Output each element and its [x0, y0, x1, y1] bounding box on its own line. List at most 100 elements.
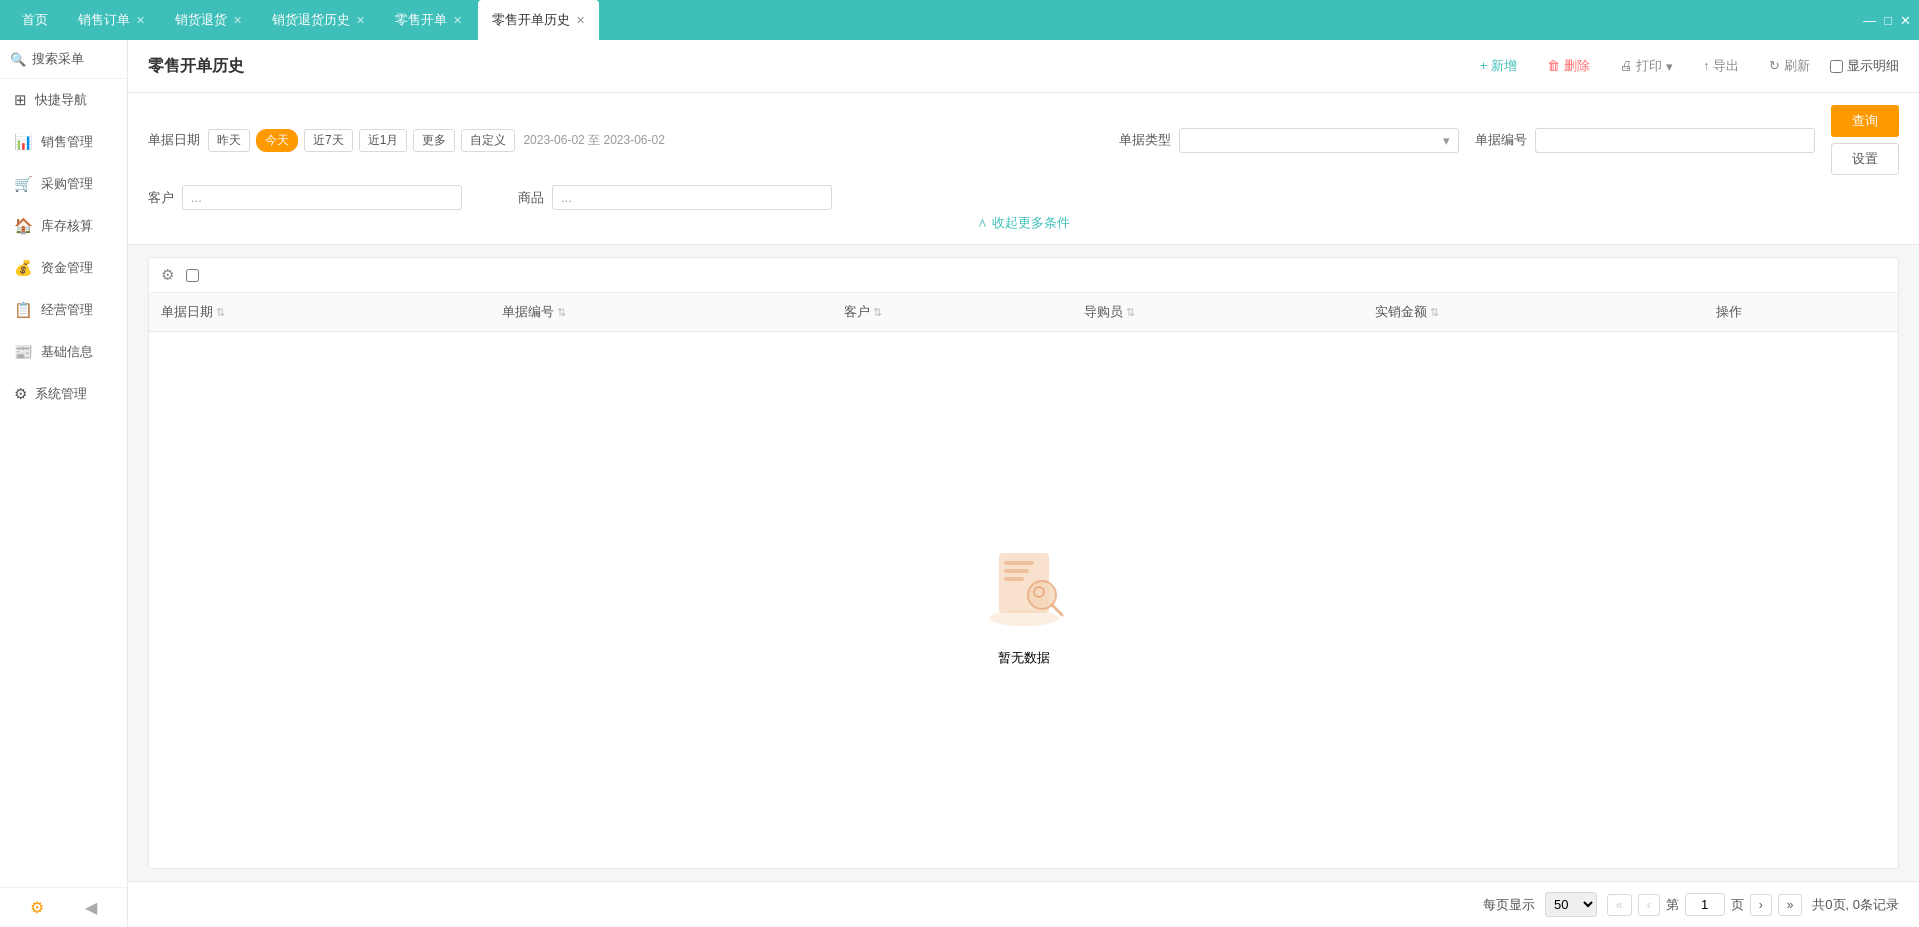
- doc-type-arrow: ▾: [1443, 133, 1450, 148]
- date-shortcut-昨天[interactable]: 昨天: [208, 129, 250, 152]
- show-detail-label: 显示明细: [1847, 57, 1899, 75]
- goods-input[interactable]: ...: [552, 185, 832, 210]
- doc-type-filter: 单据类型 ▾: [1119, 128, 1459, 153]
- table-wrapper: ⚙ 单据日期⇅单据编号⇅客户⇅导购员⇅实销金额⇅操作: [148, 257, 1899, 869]
- add-button[interactable]: + 新增: [1470, 52, 1527, 80]
- date-to[interactable]: 2023-06-02: [603, 133, 664, 147]
- col-header-1[interactable]: 单据编号⇅: [490, 293, 831, 332]
- sidebar: 🔍 搜索采单 ⊞快捷导航📊销售管理🛒采购管理🏠库存核算💰资金管理📋经营管理 📰 基础…: [0, 40, 128, 927]
- tab-retail-open-history[interactable]: 零售开单历史✕: [478, 0, 599, 40]
- table-head: 单据日期⇅单据编号⇅客户⇅导购员⇅实销金额⇅操作: [149, 293, 1898, 332]
- sidebar-item-operations[interactable]: 📋经营管理: [0, 289, 127, 331]
- col-header-3[interactable]: 导购员⇅: [1072, 293, 1363, 332]
- page-suffix: 页: [1731, 896, 1744, 914]
- window-max-btn[interactable]: □: [1884, 13, 1892, 28]
- sidebar-collapse-btn[interactable]: ◀: [85, 898, 97, 917]
- per-page-label: 每页显示: [1483, 896, 1535, 914]
- sidebar-item-finance[interactable]: 💰资金管理: [0, 247, 127, 289]
- date-shortcut-自定义[interactable]: 自定义: [461, 129, 515, 152]
- per-page-select[interactable]: 102050100: [1545, 892, 1597, 917]
- customer-filter: 客户 ...: [148, 185, 462, 210]
- show-detail-toggle[interactable]: 显示明细: [1830, 57, 1899, 75]
- sort-icon: ⇅: [1126, 306, 1135, 318]
- collapse-label: ∧ 收起更多条件: [977, 214, 1070, 232]
- goods-placeholder: ...: [561, 190, 572, 205]
- window-min-btn[interactable]: —: [1863, 13, 1876, 28]
- sidebar-label-system-mgmt: 系统管理: [35, 385, 87, 403]
- sidebar-search[interactable]: 🔍 搜索采单: [0, 40, 127, 79]
- tab-sales-order[interactable]: 销售订单 ✕: [64, 0, 159, 40]
- tab-home[interactable]: 首页: [8, 0, 62, 40]
- goods-label: 商品: [518, 189, 544, 207]
- collapse-btn[interactable]: ∧ 收起更多条件: [148, 214, 1899, 232]
- customer-input[interactable]: ...: [182, 185, 462, 210]
- sidebar-icon-system-mgmt: ⚙: [14, 385, 27, 403]
- date-shortcut-更多[interactable]: 更多: [413, 129, 455, 152]
- doc-no-label: 单据编号: [1475, 131, 1527, 149]
- tab-close-retail-open-history[interactable]: ✕: [576, 14, 585, 27]
- sidebar-icon-sales-mgmt: 📊: [14, 133, 33, 151]
- tab-sales-return[interactable]: 销货退货 ✕: [161, 0, 256, 40]
- tab-label-sales-order: 销售订单: [78, 11, 130, 29]
- date-from[interactable]: 2023-06-02: [523, 133, 584, 147]
- col-header-0[interactable]: 单据日期⇅: [149, 293, 490, 332]
- delete-button[interactable]: 🗑 删除: [1537, 52, 1600, 80]
- print-button[interactable]: 🖨 打印 ▾: [1610, 52, 1684, 80]
- col-header-2[interactable]: 客户⇅: [832, 293, 1072, 332]
- tab-sales-return-history[interactable]: 销货退货历史✕: [258, 0, 379, 40]
- doc-type-select[interactable]: ▾: [1179, 128, 1459, 153]
- select-all-checkbox[interactable]: [186, 269, 199, 282]
- tab-close-retail-open[interactable]: ✕: [453, 14, 462, 27]
- show-detail-checkbox[interactable]: [1830, 60, 1843, 73]
- tab-retail-open[interactable]: 零售开单✕: [381, 0, 476, 40]
- filter-area: 单据日期 昨天今天近7天近1月更多自定义 2023-06-02 至 2023-0…: [128, 93, 1919, 245]
- print-label: 🖨 打印: [1620, 57, 1663, 75]
- sidebar-item-inventory[interactable]: 🏠库存核算: [0, 205, 127, 247]
- sort-icon: ⇅: [557, 306, 566, 318]
- sidebar-label-purchase-mgmt: 采购管理: [41, 175, 93, 193]
- date-range: 2023-06-02 至 2023-06-02: [523, 132, 664, 149]
- date-shortcut-近1月[interactable]: 近1月: [359, 129, 408, 152]
- pagination: 每页显示 102050100 « ‹ 第 页 › » 共0页, 0条记录: [128, 881, 1919, 927]
- page-input[interactable]: [1685, 893, 1725, 916]
- sidebar-icon-basic-info: 📰: [14, 343, 33, 361]
- col-header-4[interactable]: 实销金额⇅: [1363, 293, 1704, 332]
- tab-label-sales-return: 销货退货: [175, 11, 227, 29]
- sidebar-item-system-mgmt[interactable]: ⚙ 系统管理: [0, 373, 127, 415]
- search-icon: 🔍: [10, 52, 26, 67]
- sidebar-label-finance: 资金管理: [41, 259, 93, 277]
- prev-page-btn[interactable]: ‹: [1638, 894, 1660, 916]
- window-close-btn[interactable]: ✕: [1900, 13, 1911, 28]
- table-toolbar: ⚙: [149, 258, 1898, 293]
- sidebar-item-sales-mgmt[interactable]: 📊销售管理: [0, 121, 127, 163]
- sidebar-item-purchase-mgmt[interactable]: 🛒采购管理: [0, 163, 127, 205]
- filter-settings-button[interactable]: 设置: [1831, 143, 1899, 175]
- table-settings-icon[interactable]: ⚙: [161, 266, 174, 284]
- print-arrow: ▾: [1666, 59, 1673, 74]
- next-page-btn[interactable]: ›: [1750, 894, 1772, 916]
- refresh-button[interactable]: ↻ 刷新: [1759, 52, 1820, 80]
- tab-close-sales-order[interactable]: ✕: [136, 14, 145, 27]
- sort-icon: ⇅: [216, 306, 225, 318]
- sidebar-label-basic-info: 基础信息: [41, 343, 93, 361]
- first-page-btn[interactable]: «: [1607, 894, 1632, 916]
- query-button[interactable]: 查询: [1831, 105, 1899, 137]
- sidebar-item-quick-nav[interactable]: ⊞快捷导航: [0, 79, 127, 121]
- last-page-btn[interactable]: »: [1778, 894, 1803, 916]
- sidebar-icon-operations: 📋: [14, 301, 33, 319]
- sidebar-label-quick-nav: 快捷导航: [35, 91, 87, 109]
- filter-row-2: 客户 ... 商品 ...: [148, 185, 1899, 210]
- svg-rect-4: [1004, 577, 1024, 581]
- sidebar-settings-btn[interactable]: ⚙: [30, 898, 44, 917]
- export-button[interactable]: ↑ 导出: [1693, 52, 1749, 80]
- header-actions: + 新增 🗑 删除 🖨 打印 ▾ ↑ 导出 ↻ 刷新 显示明细: [1470, 52, 1899, 80]
- date-shortcut-今天[interactable]: 今天: [256, 129, 298, 152]
- date-shortcut-近7天[interactable]: 近7天: [304, 129, 353, 152]
- tab-close-sales-return[interactable]: ✕: [233, 14, 242, 27]
- doc-type-label: 单据类型: [1119, 131, 1171, 149]
- sidebar-item-basic-info[interactable]: 📰 基础信息: [0, 331, 127, 373]
- data-table: 单据日期⇅单据编号⇅客户⇅导购员⇅实销金额⇅操作: [149, 293, 1898, 332]
- empty-text: 暂无数据: [998, 649, 1050, 667]
- tab-close-sales-return-history[interactable]: ✕: [356, 14, 365, 27]
- doc-no-input[interactable]: [1535, 128, 1815, 153]
